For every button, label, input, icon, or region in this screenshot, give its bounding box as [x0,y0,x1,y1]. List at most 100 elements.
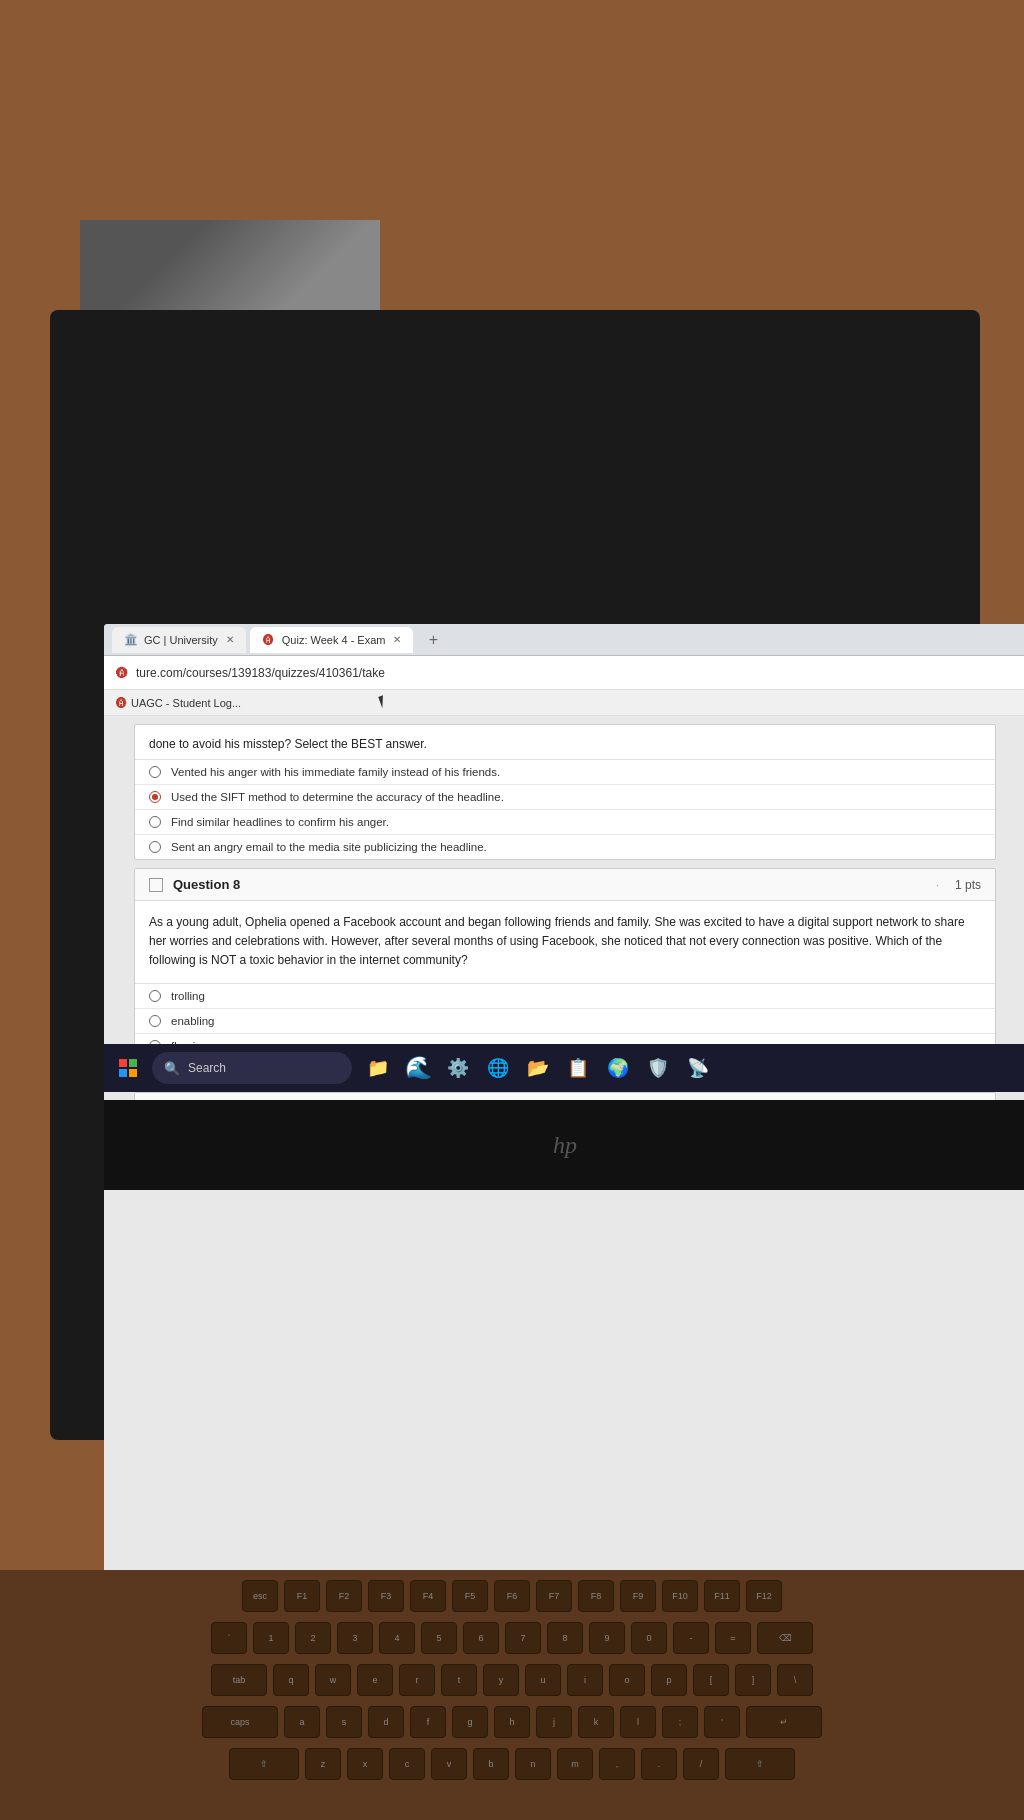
key-w[interactable]: w [315,1664,351,1696]
taskbar-app-media[interactable]: 🌊 [400,1050,436,1086]
q8-radio-2[interactable] [149,1015,161,1027]
key-i[interactable]: i [567,1664,603,1696]
prev-answer-3[interactable]: Find similar headlines to confirm his an… [135,810,995,835]
key-9[interactable]: 9 [589,1622,625,1654]
key-e[interactable]: e [357,1664,393,1696]
prev-answer-4[interactable]: Sent an angry email to the media site pu… [135,835,995,859]
key-f2[interactable]: F2 [326,1580,362,1612]
key-j[interactable]: j [536,1706,572,1738]
key-rbracket[interactable]: ] [735,1664,771,1696]
key-x[interactable]: x [347,1748,383,1780]
key-quote[interactable]: ' [704,1706,740,1738]
address-url[interactable]: ture.com/courses/139183/quizzes/410361/t… [136,666,1014,680]
key-6[interactable]: 6 [463,1622,499,1654]
key-g[interactable]: g [452,1706,488,1738]
key-lbracket[interactable]: [ [693,1664,729,1696]
q8-radio-1[interactable] [149,990,161,1002]
key-y[interactable]: y [483,1664,519,1696]
win-tile-4 [129,1069,137,1077]
key-n[interactable]: n [515,1748,551,1780]
prev-answer-2[interactable]: Used the SIFT method to determine the ac… [135,785,995,810]
key-7[interactable]: 7 [505,1622,541,1654]
key-b[interactable]: b [473,1748,509,1780]
key-t[interactable]: t [441,1664,477,1696]
taskbar-app-browser[interactable]: 🌍 [600,1050,636,1086]
key-enter[interactable]: ↵ [746,1706,822,1738]
tab-quiz[interactable]: 🅐 Quiz: Week 4 - Exam ✕ [250,627,414,653]
tab-university[interactable]: 🏛️ GC | University ✕ [112,627,246,653]
key-backslash[interactable]: \ [777,1664,813,1696]
key-shift-r[interactable]: ⇧ [725,1748,795,1780]
tab-add-button[interactable]: + [421,628,445,652]
key-5[interactable]: 5 [421,1622,457,1654]
key-f3[interactable]: F3 [368,1580,404,1612]
key-f12[interactable]: F12 [746,1580,782,1612]
key-q[interactable]: q [273,1664,309,1696]
tab-close-quiz[interactable]: ✕ [393,634,401,645]
key-semicolon[interactable]: ; [662,1706,698,1738]
prev-radio-2[interactable] [149,791,161,803]
key-slash[interactable]: / [683,1748,719,1780]
key-o[interactable]: o [609,1664,645,1696]
key-f[interactable]: f [410,1706,446,1738]
key-0[interactable]: 0 [631,1622,667,1654]
key-f6[interactable]: F6 [494,1580,530,1612]
key-equals[interactable]: = [715,1622,751,1654]
key-f10[interactable]: F10 [662,1580,698,1612]
key-d[interactable]: d [368,1706,404,1738]
taskbar-app-file-explorer[interactable]: 📁 [360,1050,396,1086]
key-minus[interactable]: - [673,1622,709,1654]
key-f1[interactable]: F1 [284,1580,320,1612]
key-k[interactable]: k [578,1706,614,1738]
key-capslock[interactable]: caps [202,1706,278,1738]
key-2[interactable]: 2 [295,1622,331,1654]
key-4[interactable]: 4 [379,1622,415,1654]
key-u[interactable]: u [525,1664,561,1696]
key-period[interactable]: . [641,1748,677,1780]
taskbar-search-bar[interactable]: 🔍 Search [152,1052,352,1084]
key-8[interactable]: 8 [547,1622,583,1654]
key-f7[interactable]: F7 [536,1580,572,1612]
bookmark-uagc[interactable]: 🅐 UAGC - Student Log... [116,697,241,709]
taskbar-app-folder[interactable]: 📂 [520,1050,556,1086]
tab-close-university[interactable]: ✕ [226,634,234,645]
taskbar-app-security[interactable]: 🛡️ [640,1050,676,1086]
prev-radio-1[interactable] [149,766,161,778]
key-r[interactable]: r [399,1664,435,1696]
key-l[interactable]: l [620,1706,656,1738]
key-p[interactable]: p [651,1664,687,1696]
taskbar-app-edge[interactable]: 🌐 [480,1050,516,1086]
key-f5[interactable]: F5 [452,1580,488,1612]
taskbar-app-calendar[interactable]: 📋 [560,1050,596,1086]
prev-radio-3[interactable] [149,816,161,828]
key-v[interactable]: v [431,1748,467,1780]
key-f9[interactable]: F9 [620,1580,656,1612]
key-a[interactable]: a [284,1706,320,1738]
prev-radio-4[interactable] [149,841,161,853]
key-f11[interactable]: F11 [704,1580,740,1612]
question-8-checkbox[interactable] [149,878,163,892]
key-f8[interactable]: F8 [578,1580,614,1612]
key-backtick[interactable]: ` [211,1622,247,1654]
key-comma[interactable]: , [599,1748,635,1780]
key-1[interactable]: 1 [253,1622,289,1654]
q8-answer-1[interactable]: trolling [135,984,995,1009]
key-z[interactable]: z [305,1748,341,1780]
start-button[interactable] [112,1052,144,1084]
key-s[interactable]: s [326,1706,362,1738]
key-3[interactable]: 3 [337,1622,373,1654]
q8-answer-2-text: enabling [171,1015,214,1027]
prev-answer-1[interactable]: Vented his anger with his immediate fami… [135,760,995,785]
key-shift-l[interactable]: ⇧ [229,1748,299,1780]
keyboard-row-1: esc F1 F2 F3 F4 F5 F6 F7 F8 F9 F10 F11 F… [0,1580,1024,1612]
key-esc[interactable]: esc [242,1580,278,1612]
key-backspace[interactable]: ⌫ [757,1622,813,1654]
taskbar-app-wifi[interactable]: 📡 [680,1050,716,1086]
taskbar-app-settings[interactable]: ⚙️ [440,1050,476,1086]
key-h[interactable]: h [494,1706,530,1738]
key-m[interactable]: m [557,1748,593,1780]
q8-answer-2[interactable]: enabling [135,1009,995,1034]
key-tab[interactable]: tab [211,1664,267,1696]
key-c[interactable]: c [389,1748,425,1780]
key-f4[interactable]: F4 [410,1580,446,1612]
